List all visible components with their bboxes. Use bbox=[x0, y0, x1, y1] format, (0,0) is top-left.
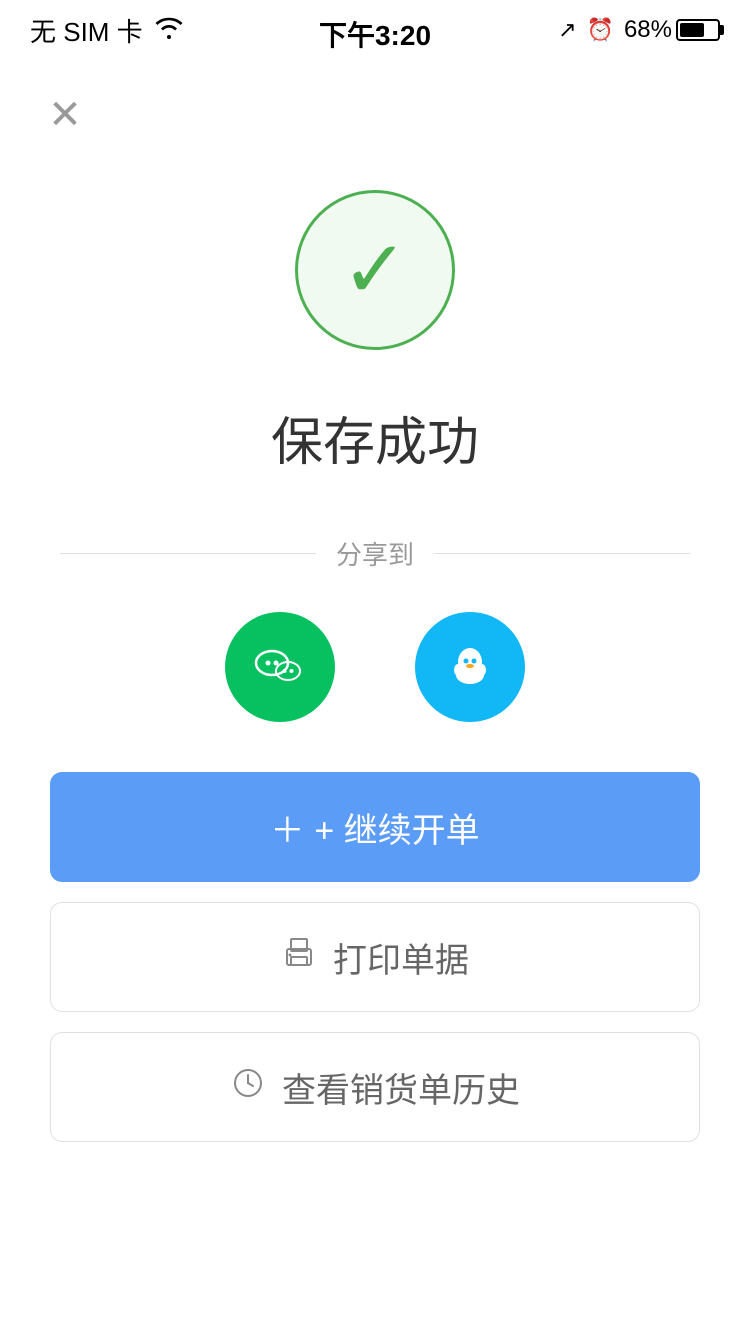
carrier-label: 无 SIM 卡 bbox=[30, 12, 143, 49]
wifi-icon bbox=[155, 15, 183, 46]
main-content: ✕ ✓ 保存成功 分享到 bbox=[0, 60, 750, 1334]
status-bar: 无 SIM 卡 下午3:20 ↗ ⏰ 68% bbox=[0, 0, 750, 60]
plus-icon: ＋ bbox=[270, 803, 304, 852]
wechat-icon bbox=[250, 637, 310, 697]
print-label: 打印单据 bbox=[333, 933, 469, 982]
share-divider: 分享到 bbox=[0, 535, 750, 572]
share-icons-row bbox=[225, 612, 525, 722]
success-title: 保存成功 bbox=[271, 400, 479, 475]
location-icon: ↗ bbox=[558, 17, 576, 43]
share-label: 分享到 bbox=[316, 535, 434, 572]
checkmark-icon: ✓ bbox=[341, 230, 408, 310]
history-button[interactable]: 查看销货单历史 bbox=[50, 1032, 700, 1142]
qq-icon bbox=[440, 637, 500, 697]
battery-icon bbox=[676, 19, 720, 41]
divider-right bbox=[434, 553, 690, 554]
time-display: 下午3:20 bbox=[319, 14, 431, 54]
action-buttons: ＋ + 继续开单 打印单据 查看销货单历史 bbox=[0, 772, 750, 1142]
battery-percent: 68% bbox=[624, 16, 672, 44]
close-button-row: ✕ bbox=[0, 80, 750, 150]
close-icon: ✕ bbox=[48, 95, 82, 135]
battery-container: 68% bbox=[624, 16, 720, 44]
print-button[interactable]: 打印单据 bbox=[50, 902, 700, 1012]
history-label: 查看销货单历史 bbox=[282, 1063, 520, 1112]
qq-share-button[interactable] bbox=[415, 612, 525, 722]
status-right: ↗ ⏰ 68% bbox=[558, 16, 720, 44]
continue-label: + 继续开单 bbox=[314, 803, 479, 852]
success-circle: ✓ bbox=[295, 190, 455, 350]
continue-button[interactable]: ＋ + 继续开单 bbox=[50, 772, 700, 882]
history-icon bbox=[230, 1065, 266, 1110]
alarm-icon: ⏰ bbox=[587, 17, 614, 43]
share-section: 分享到 bbox=[0, 535, 750, 722]
close-button[interactable]: ✕ bbox=[40, 90, 90, 140]
divider-left bbox=[60, 553, 316, 554]
battery-fill bbox=[680, 23, 704, 37]
status-left: 无 SIM 卡 bbox=[30, 12, 183, 49]
print-icon bbox=[281, 935, 317, 980]
wechat-share-button[interactable] bbox=[225, 612, 335, 722]
